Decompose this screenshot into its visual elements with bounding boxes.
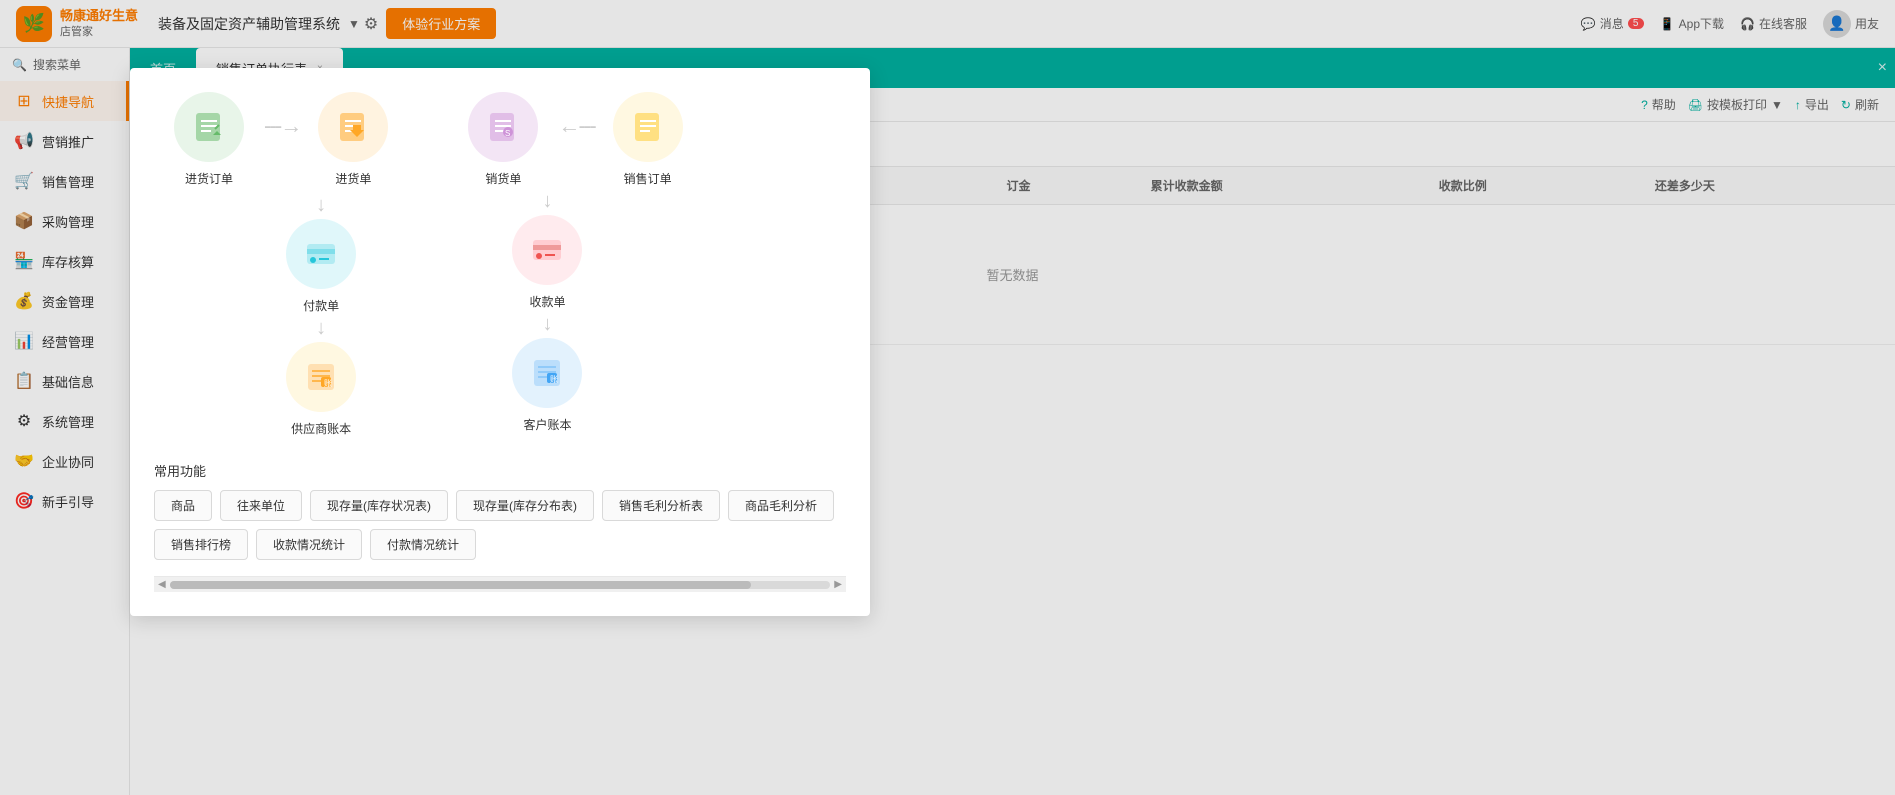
sales-order-label: 销售订单 bbox=[624, 170, 672, 187]
func-buttons: 商品往来单位现存量(库存状况表) 现存量(库存分布表) 销售毛利分析表商品毛利分析销… bbox=[154, 490, 846, 560]
arrow-sales: ← - - - bbox=[558, 113, 592, 167]
func-btn-付款情况统计[interactable]: 付款情况统计 bbox=[370, 529, 476, 560]
purchase-bill-label: 进货单 bbox=[335, 170, 371, 187]
sales-bill-node: S 销货单 bbox=[468, 92, 538, 187]
receipt-bill-node[interactable]: 收款单 bbox=[512, 215, 582, 310]
svg-text:账: 账 bbox=[324, 379, 332, 388]
arrow-down-purchase: ↓ bbox=[316, 195, 326, 215]
func-btn-销售毛利分析表[interactable]: 销售毛利分析表 bbox=[602, 490, 720, 521]
func-btn-收款情况统计[interactable]: 收款情况统计 bbox=[256, 529, 362, 560]
sales-order-circle[interactable] bbox=[613, 92, 683, 162]
quick-nav-modal: 进货订单 - - - → 进货单 ↓ bbox=[130, 68, 870, 616]
scroll-right-arrow[interactable]: ▶ bbox=[834, 579, 842, 590]
sales-bill-label: 销货单 bbox=[485, 170, 521, 187]
common-functions: 常用功能 商品往来单位现存量(库存状况表) 现存量(库存分布表) 销售毛利分析表商品… bbox=[154, 461, 846, 560]
supplier-account-node[interactable]: 账 供应商账本 bbox=[286, 342, 356, 437]
purchase-top-row: 进货订单 - - - → 进货单 bbox=[154, 92, 408, 187]
func-btn-销售排行榜[interactable]: 销售排行榜 bbox=[154, 529, 248, 560]
purchase-order-node: 进货订单 bbox=[174, 92, 244, 187]
payment-bill-circle[interactable] bbox=[286, 219, 356, 289]
receipt-bill-label: 收款单 bbox=[529, 293, 565, 310]
payment-bill-label: 付款单 bbox=[303, 297, 339, 314]
arrow-down-receipt: ↓ bbox=[542, 314, 552, 334]
func-btn-现存量(库存分布表)[interactable]: 现存量(库存分布表) bbox=[456, 490, 594, 521]
svg-text:账: 账 bbox=[550, 375, 558, 384]
scroll-track[interactable] bbox=[170, 581, 831, 589]
func-btn-商品[interactable]: 商品 bbox=[154, 490, 212, 521]
receipt-bill-circle[interactable] bbox=[512, 215, 582, 285]
flow-diagram: 进货订单 - - - → 进货单 ↓ bbox=[154, 92, 846, 437]
customer-account-node[interactable]: 账 客户账本 bbox=[512, 338, 582, 433]
sales-order-node: 销售订单 bbox=[613, 92, 683, 187]
arrow-purchase: - - - → bbox=[264, 113, 298, 167]
svg-text:S: S bbox=[505, 129, 510, 138]
supplier-account-label: 供应商账本 bbox=[291, 420, 351, 437]
func-btn-现存量(库存状况表)[interactable]: 现存量(库存状况表) bbox=[310, 490, 448, 521]
purchase-bill-node: 进货单 bbox=[318, 92, 388, 187]
sales-flow-col: S 销货单 ← - - - 销售订单 ↓ bbox=[448, 92, 702, 433]
payment-bill-node[interactable]: 付款单 bbox=[286, 219, 356, 314]
purchase-order-label: 进货订单 bbox=[185, 170, 233, 187]
customer-circle[interactable]: 账 bbox=[512, 338, 582, 408]
arrow-down-sales-bill: ↓ bbox=[542, 191, 552, 211]
scroll-bar-area: ◀ ▶ bbox=[154, 576, 846, 592]
func-btn-往来单位[interactable]: 往来单位 bbox=[220, 490, 302, 521]
supplier-circle[interactable]: 账 bbox=[286, 342, 356, 412]
func-btn-商品毛利分析[interactable]: 商品毛利分析 bbox=[728, 490, 834, 521]
purchase-bill-circle[interactable] bbox=[318, 92, 388, 162]
scroll-left-arrow[interactable]: ◀ bbox=[158, 579, 166, 590]
customer-account-label: 客户账本 bbox=[523, 416, 571, 433]
purchase-order-circle[interactable] bbox=[174, 92, 244, 162]
sales-bill-circle[interactable]: S bbox=[468, 92, 538, 162]
purchase-flow-col: 进货订单 - - - → 进货单 ↓ bbox=[154, 92, 408, 437]
common-functions-title: 常用功能 bbox=[154, 461, 846, 480]
arrow-down-payment: ↓ bbox=[316, 318, 326, 338]
sales-top-row: S 销货单 ← - - - 销售订单 bbox=[448, 92, 702, 187]
